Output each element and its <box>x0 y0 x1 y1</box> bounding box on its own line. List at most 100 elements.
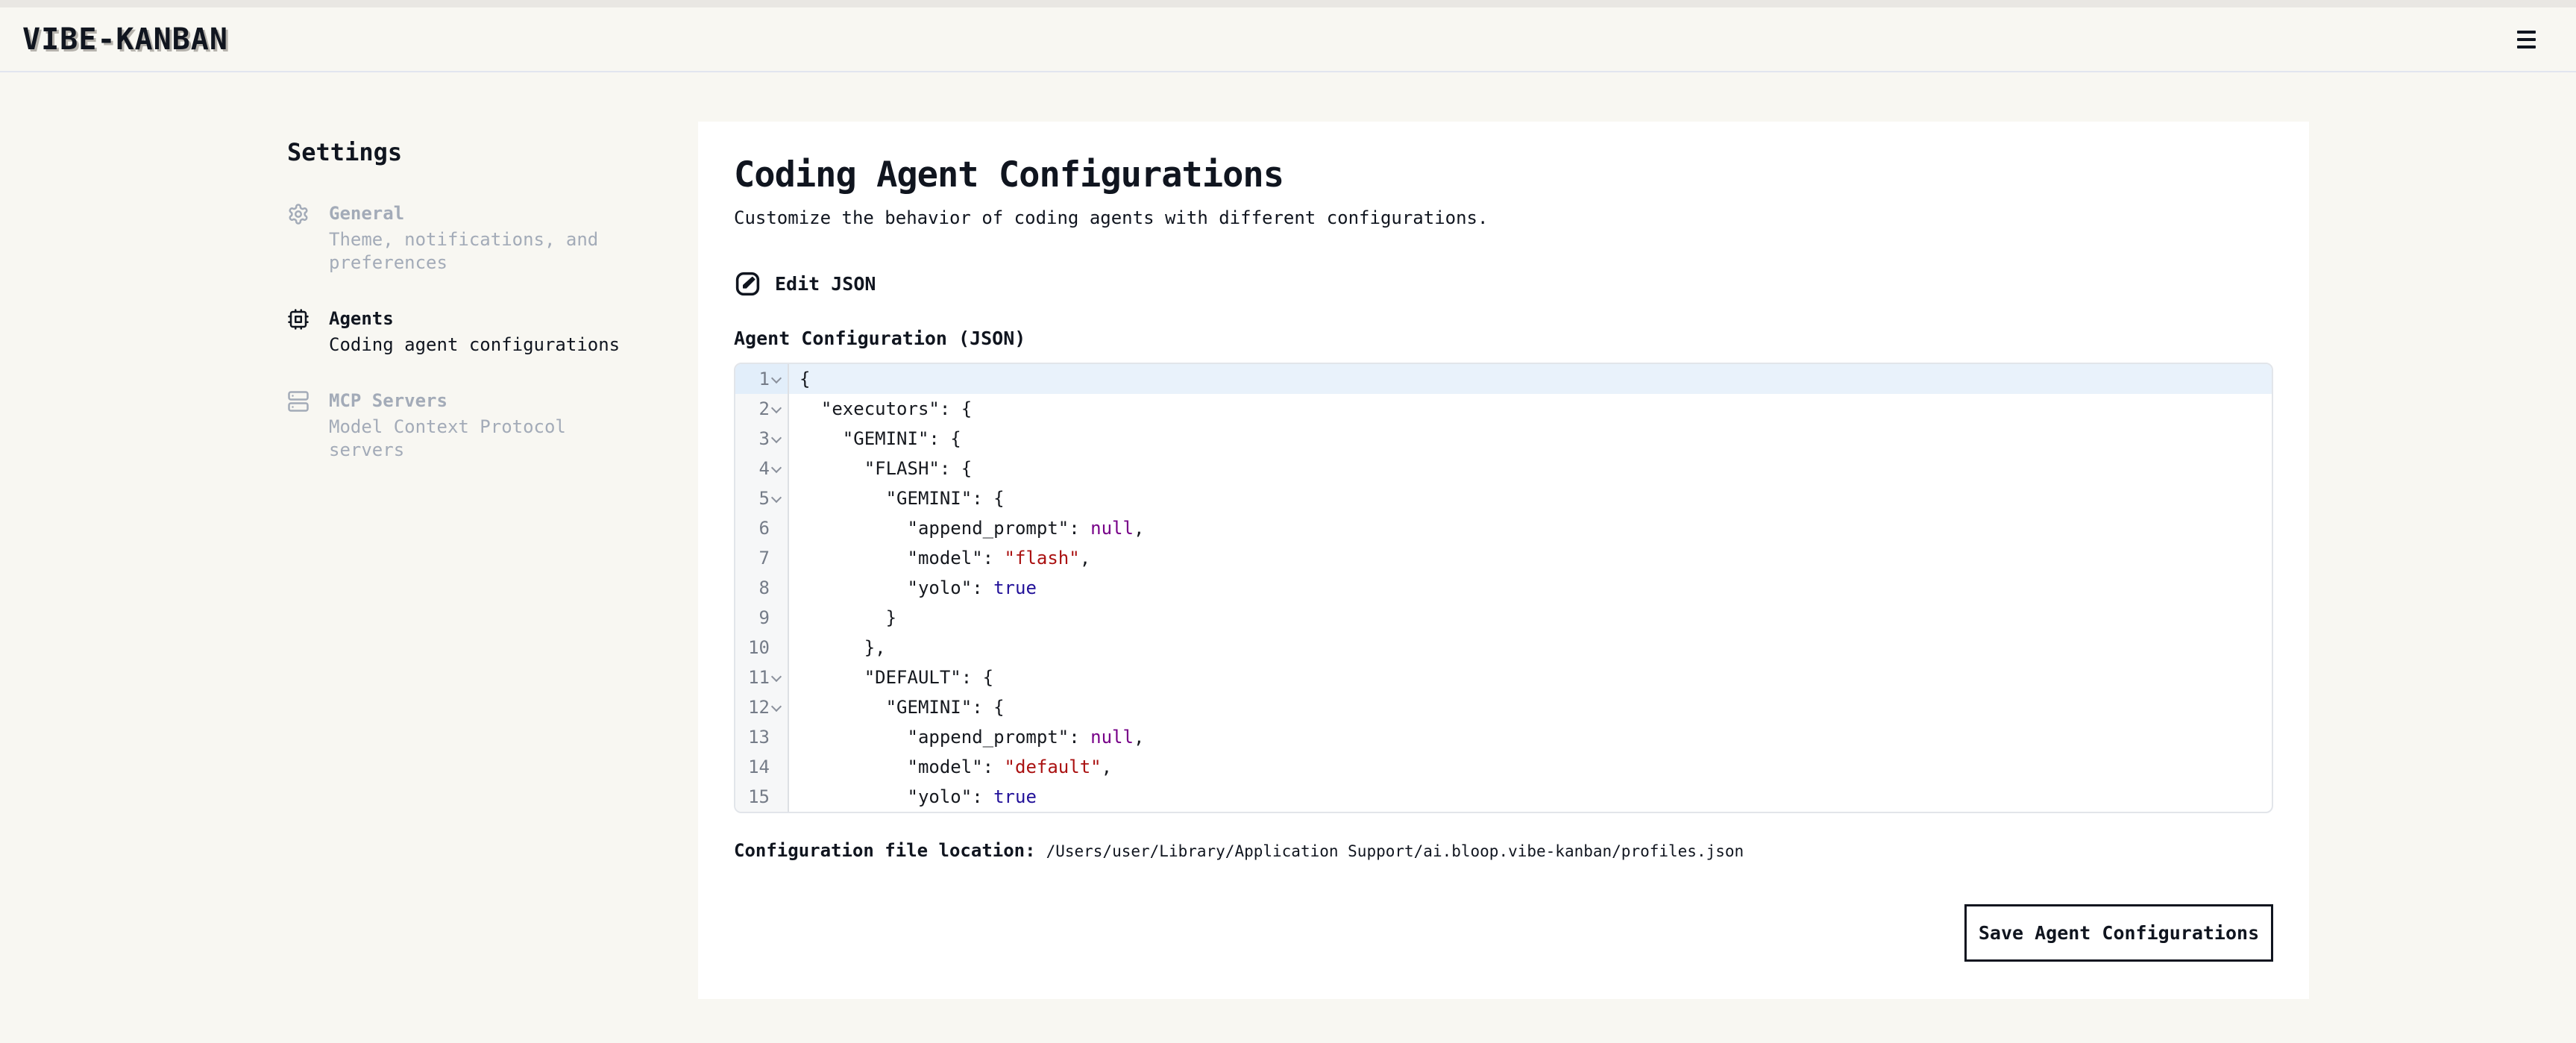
line-number: 12 <box>748 697 770 718</box>
sidebar-item-general[interactable]: General Theme, notifications, and prefere… <box>287 202 645 275</box>
line-number: 7 <box>758 548 770 569</box>
fold-chevron-icon[interactable] <box>770 436 783 442</box>
fold-chevron-icon[interactable] <box>770 407 783 412</box>
editor-label: Agent Configuration (JSON) <box>734 328 1026 349</box>
page-subtitle: Customize the behavior of coding agents … <box>734 207 1489 228</box>
line-number: 9 <box>758 607 770 628</box>
line-gutter: 4 <box>735 454 789 483</box>
settings-card: Coding Agent Configurations Customize th… <box>698 122 2309 999</box>
code-line-content[interactable]: { <box>789 364 2272 394</box>
server-icon <box>287 389 310 462</box>
line-number: 14 <box>748 757 770 777</box>
code-line-content[interactable]: "append_prompt": null, <box>789 722 2272 752</box>
save-row: Save Agent Configurations <box>734 904 2273 962</box>
app-logo[interactable]: VIBE-KANBAN <box>22 22 228 57</box>
code-line-6[interactable]: 6 "append_prompt": null, <box>735 513 2272 543</box>
line-number: 3 <box>758 428 770 449</box>
line-gutter: 6 <box>735 513 789 543</box>
code-line-8[interactable]: 8 "yolo": true <box>735 573 2272 603</box>
sidebar-item-text: MCP Servers Model Context Protocol server… <box>329 389 627 462</box>
code-line-1[interactable]: 1{ <box>735 364 2272 394</box>
code-line-5[interactable]: 5 "GEMINI": { <box>735 483 2272 513</box>
edit-json-toggle[interactable]: Edit JSON <box>734 270 876 298</box>
sidebar-item-text: General Theme, notifications, and prefere… <box>329 202 627 275</box>
line-gutter: 1 <box>735 364 789 394</box>
menu-button[interactable] <box>2514 28 2539 51</box>
code-line-3[interactable]: 3 "GEMINI": { <box>735 424 2272 454</box>
sidebar-item-mcp-servers[interactable]: MCP Servers Model Context Protocol server… <box>287 389 645 462</box>
line-gutter: 9 <box>735 603 789 633</box>
sidebar-items: General Theme, notifications, and prefere… <box>287 202 645 462</box>
fold-chevron-icon[interactable] <box>770 496 783 501</box>
square-pen-icon <box>734 270 761 298</box>
code-line-content[interactable]: "GEMINI": { <box>789 692 2272 722</box>
settings-sidebar: Settings General Theme, notifications, an… <box>287 138 645 495</box>
code-line-content[interactable]: } <box>789 603 2272 633</box>
editor-lines: 1{2 "executors": {3 "GEMINI": {4 "FLASH"… <box>735 364 2272 812</box>
file-location-row: Configuration file location: /Users/user… <box>734 840 2273 861</box>
sidebar-item-label: MCP Servers <box>329 390 447 411</box>
code-line-4[interactable]: 4 "FLASH": { <box>735 454 2272 483</box>
sidebar-item-label: Agents <box>329 308 394 329</box>
line-gutter: 13 <box>735 722 789 752</box>
code-line-content[interactable]: "yolo": true <box>789 573 2272 603</box>
code-line-10[interactable]: 10 }, <box>735 633 2272 663</box>
fold-chevron-icon[interactable] <box>770 705 783 710</box>
cpu-icon <box>287 307 310 357</box>
sidebar-item-label: General <box>329 203 405 224</box>
line-gutter: 15 <box>735 782 789 812</box>
line-gutter: 8 <box>735 573 789 603</box>
code-line-content[interactable]: "DEFAULT": { <box>789 663 2272 692</box>
code-line-9[interactable]: 9 } <box>735 603 2272 633</box>
line-number: 6 <box>758 518 770 539</box>
sidebar-title: Settings <box>287 138 403 166</box>
line-gutter: 7 <box>735 543 789 573</box>
code-line-content[interactable]: "FLASH": { <box>789 454 2272 483</box>
line-gutter: 12 <box>735 692 789 722</box>
line-gutter: 5 <box>735 483 789 513</box>
code-line-content[interactable]: "GEMINI": { <box>789 424 2272 454</box>
code-line-11[interactable]: 11 "DEFAULT": { <box>735 663 2272 692</box>
line-number: 13 <box>748 727 770 748</box>
code-line-content[interactable]: "GEMINI": { <box>789 483 2272 513</box>
save-agent-configurations-button[interactable]: Save Agent Configurations <box>1964 904 2273 962</box>
fold-chevron-icon[interactable] <box>770 675 783 680</box>
line-gutter: 2 <box>735 394 789 424</box>
line-gutter: 3 <box>735 424 789 454</box>
json-editor[interactable]: 1{2 "executors": {3 "GEMINI": {4 "FLASH"… <box>734 363 2273 813</box>
line-number: 2 <box>758 398 770 419</box>
code-line-2[interactable]: 2 "executors": { <box>735 394 2272 424</box>
hamburger-menu-icon <box>2517 30 2536 34</box>
line-gutter: 10 <box>735 633 789 663</box>
code-line-content[interactable]: "model": "default", <box>789 752 2272 782</box>
sidebar-item-description: Model Context Protocol servers <box>329 416 566 460</box>
fold-chevron-icon[interactable] <box>770 377 783 382</box>
sidebar-item-agents[interactable]: Agents Coding agent configurations <box>287 307 645 357</box>
line-gutter: 14 <box>735 752 789 782</box>
line-number: 1 <box>758 369 770 389</box>
line-number: 15 <box>748 786 770 807</box>
file-location-path: /Users/user/Library/Application Support/… <box>1046 842 1744 860</box>
window-top-edge <box>0 0 2576 7</box>
code-line-content[interactable]: "append_prompt": null, <box>789 513 2272 543</box>
code-line-13[interactable]: 13 "append_prompt": null, <box>735 722 2272 752</box>
gear-icon <box>287 202 310 275</box>
app-header: VIBE-KANBAN <box>0 7 2576 72</box>
code-line-14[interactable]: 14 "model": "default", <box>735 752 2272 782</box>
edit-json-label: Edit JSON <box>775 273 876 295</box>
code-line-content[interactable]: "yolo": true <box>789 782 2272 812</box>
line-number: 10 <box>748 637 770 658</box>
sidebar-item-text: Agents Coding agent configurations <box>329 307 620 357</box>
code-line-7[interactable]: 7 "model": "flash", <box>735 543 2272 573</box>
sidebar-item-description: Coding agent configurations <box>329 334 621 355</box>
line-number: 11 <box>748 667 770 688</box>
code-line-content[interactable]: "executors": { <box>789 394 2272 424</box>
code-line-content[interactable]: "model": "flash", <box>789 543 2272 573</box>
sidebar-item-description: Theme, notifications, and preferences <box>329 229 599 273</box>
fold-chevron-icon[interactable] <box>770 466 783 472</box>
line-number: 4 <box>758 458 770 479</box>
code-line-content[interactable]: }, <box>789 633 2272 663</box>
line-number: 5 <box>758 488 770 509</box>
code-line-12[interactable]: 12 "GEMINI": { <box>735 692 2272 722</box>
code-line-15[interactable]: 15 "yolo": true <box>735 782 2272 812</box>
